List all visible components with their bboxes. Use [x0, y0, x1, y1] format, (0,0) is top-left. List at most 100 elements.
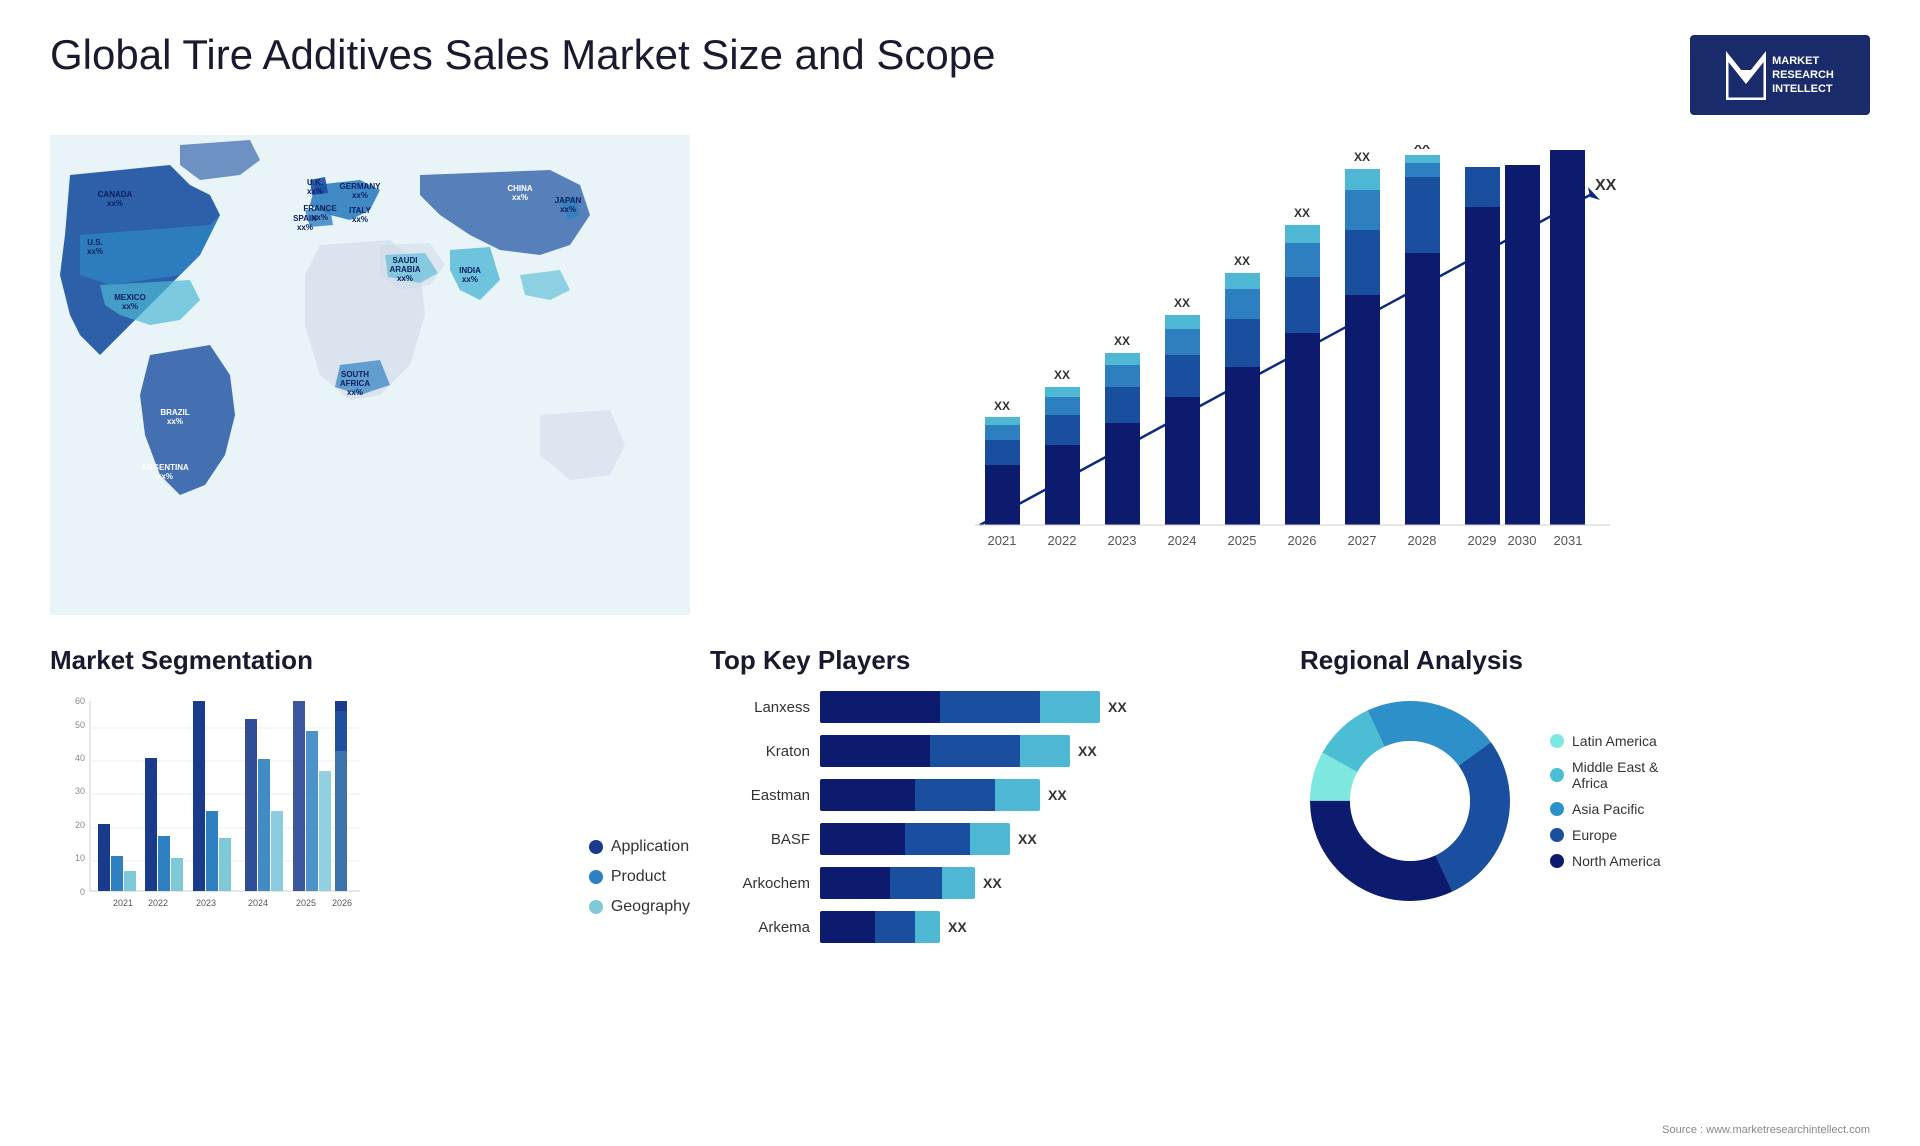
donut-chart-svg [1300, 691, 1520, 911]
svg-text:xx%: xx% [87, 247, 103, 256]
legend-label-geography: Geography [611, 898, 690, 916]
main-content: CANADA xx% U.S. xx% MEXICO xx% BRAZIL xx… [50, 135, 1870, 965]
player-name-arkochem: Arkochem [710, 875, 810, 892]
svg-text:10: 10 [75, 853, 85, 863]
legend-item-application: Application [589, 838, 690, 856]
svg-text:ARABIA: ARABIA [389, 265, 420, 274]
svg-text:xx%: xx% [352, 215, 368, 224]
legend-label-asia-pacific: Asia Pacific [1572, 801, 1644, 817]
bottom-right-container: Top Key Players Lanxess XX Kraton [710, 635, 1870, 965]
player-bar-container-arkema: XX [820, 911, 1280, 943]
svg-text:2030: 2030 [1508, 533, 1537, 548]
legend-label-mea: Middle East &Africa [1572, 759, 1658, 791]
svg-text:BRAZIL: BRAZIL [160, 408, 189, 417]
legend-item-product: Product [589, 868, 690, 886]
svg-text:30: 30 [75, 786, 85, 796]
svg-text:ITALY: ITALY [349, 206, 371, 215]
svg-text:xx%: xx% [352, 191, 368, 200]
bottom-left: Market Segmentation 0 10 20 30 40 5 [50, 635, 690, 965]
svg-text:SAUDI: SAUDI [393, 256, 418, 265]
svg-text:xx%: xx% [157, 472, 173, 481]
segmentation-title: Market Segmentation [50, 645, 690, 676]
world-map-svg: CANADA xx% U.S. xx% MEXICO xx% BRAZIL xx… [50, 135, 690, 615]
svg-text:60: 60 [75, 696, 85, 706]
player-name-basf: BASF [710, 831, 810, 848]
svg-text:FRANCE: FRANCE [303, 204, 337, 213]
player-val-arkema: XX [948, 919, 967, 935]
svg-text:2021: 2021 [113, 898, 133, 908]
logo-container: MARKETRESEARCHINTELLECT [1690, 35, 1870, 115]
player-bar-basf [820, 823, 1010, 855]
svg-text:0: 0 [80, 887, 85, 897]
svg-text:xx%: xx% [347, 388, 363, 397]
svg-text:SOUTH: SOUTH [341, 370, 369, 379]
svg-text:INDIA: INDIA [459, 266, 481, 275]
legend-dot-north-america [1550, 854, 1564, 868]
svg-text:XX: XX [1174, 296, 1190, 310]
legend-label-europe: Europe [1572, 827, 1617, 843]
svg-text:xx%: xx% [560, 205, 576, 214]
player-val-lanxess: XX [1108, 699, 1127, 715]
svg-text:2026: 2026 [332, 898, 352, 908]
player-bar-container-lanxess: XX [820, 691, 1280, 723]
player-row-eastman: Eastman XX [710, 779, 1280, 811]
logo-text: MARKETRESEARCHINTELLECT [1772, 54, 1834, 97]
svg-text:U.K.: U.K. [307, 178, 323, 187]
svg-text:GERMANY: GERMANY [340, 182, 382, 191]
page-container: Global Tire Additives Sales Market Size … [0, 0, 1920, 1146]
player-val-kraton: XX [1078, 743, 1097, 759]
svg-text:2027: 2027 [1348, 533, 1377, 548]
seg-chart-area: 0 10 20 30 40 50 60 [50, 691, 569, 936]
player-row-arkochem: Arkochem XX [710, 867, 1280, 899]
svg-text:xx%: xx% [307, 187, 323, 196]
svg-text:xx%: xx% [462, 275, 478, 284]
seg-legend: Application Product Geography [589, 838, 690, 936]
svg-text:2028: 2028 [1408, 533, 1437, 548]
svg-text:2024: 2024 [1168, 533, 1197, 548]
player-bar-kraton [820, 735, 1070, 767]
source-text: Source : www.marketresearchintellect.com [1662, 1124, 1870, 1136]
map-section: CANADA xx% U.S. xx% MEXICO xx% BRAZIL xx… [50, 135, 690, 615]
svg-text:AFRICA: AFRICA [340, 379, 370, 388]
svg-text:xx%: xx% [122, 302, 138, 311]
segmentation-chart-svg: 0 10 20 30 40 50 60 [50, 691, 370, 931]
svg-text:SPAIN: SPAIN [293, 214, 317, 223]
player-name-eastman: Eastman [710, 787, 810, 804]
regional-section: Regional Analysis [1300, 635, 1870, 965]
player-row-basf: BASF XX [710, 823, 1280, 855]
svg-text:U.S.: U.S. [87, 238, 103, 247]
player-bar-container-basf: XX [820, 823, 1280, 855]
legend-item-north-america: North America [1550, 853, 1661, 869]
svg-text:2026: 2026 [1288, 533, 1317, 548]
svg-text:40: 40 [75, 753, 85, 763]
legend-dot-europe [1550, 828, 1564, 842]
svg-text:2023: 2023 [1108, 533, 1137, 548]
legend-item-latin-america: Latin America [1550, 733, 1661, 749]
svg-text:2023: 2023 [196, 898, 216, 908]
svg-text:2029: 2029 [1468, 533, 1497, 548]
player-row-arkema: Arkema XX [710, 911, 1280, 943]
svg-text:50: 50 [75, 720, 85, 730]
legend-dot-geography [589, 900, 603, 914]
svg-text:20: 20 [75, 820, 85, 830]
player-name-arkema: Arkema [710, 919, 810, 936]
svg-text:2031: 2031 [1554, 533, 1583, 548]
svg-text:xx%: xx% [297, 223, 313, 232]
svg-text:xx%: xx% [397, 274, 413, 283]
player-val-basf: XX [1018, 831, 1037, 847]
player-bar-eastman [820, 779, 1040, 811]
player-val-eastman: XX [1048, 787, 1067, 803]
svg-text:XX: XX [1354, 150, 1370, 164]
legend-dot-mea [1550, 768, 1564, 782]
svg-text:XX: XX [1294, 206, 1310, 220]
player-name-lanxess: Lanxess [710, 699, 810, 716]
regional-title: Regional Analysis [1300, 645, 1870, 676]
svg-text:XX: XX [1054, 368, 1070, 382]
svg-text:XX: XX [1414, 145, 1430, 152]
chart-section: XX XX XX XX [710, 135, 1870, 615]
svg-text:xx%: xx% [167, 417, 183, 426]
svg-text:CANADA: CANADA [98, 190, 133, 199]
logo-m-icon [1726, 50, 1766, 100]
regional-content: Latin America Middle East &Africa Asia P… [1300, 691, 1870, 911]
legend-dot-product [589, 870, 603, 884]
